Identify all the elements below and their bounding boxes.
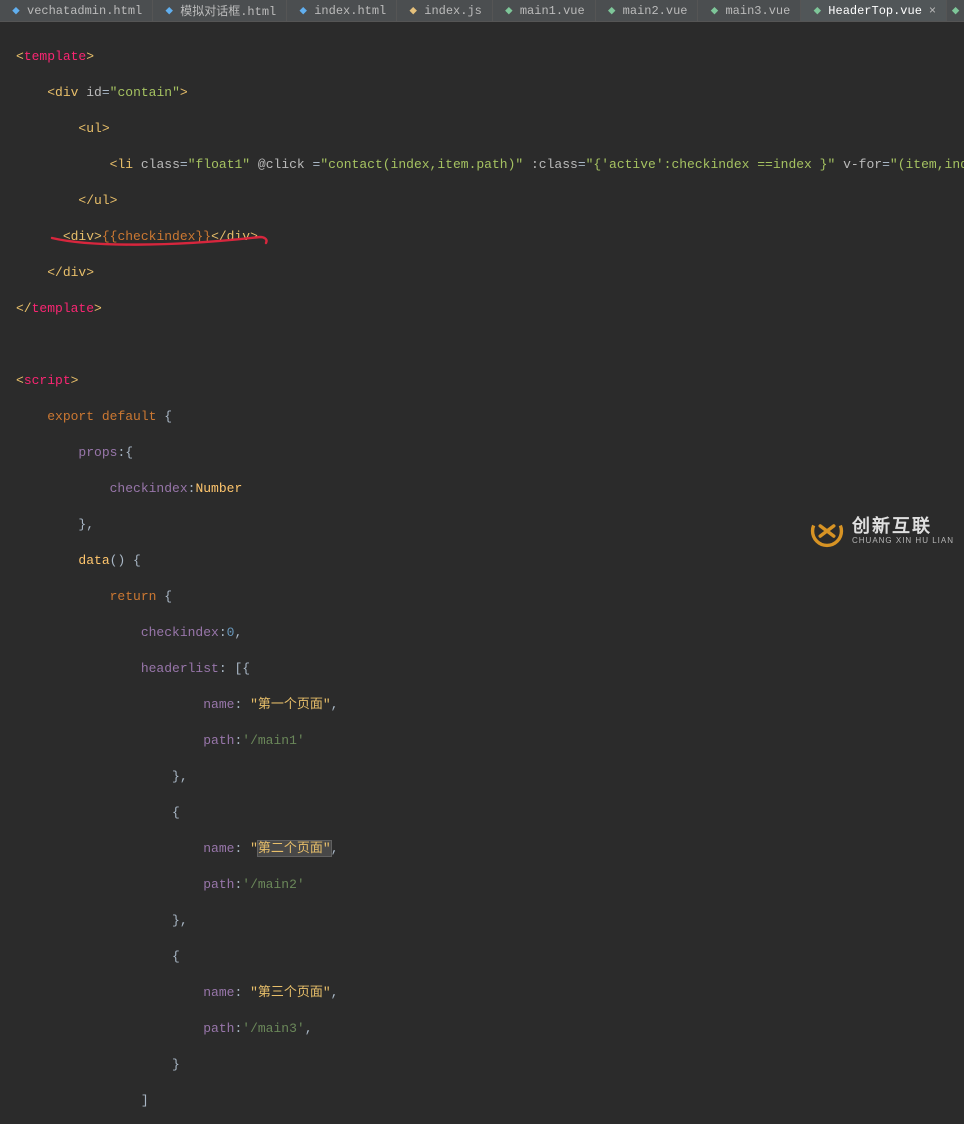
tab-overflow[interactable]: ◆ (947, 0, 964, 21)
file-icon: ◆ (606, 5, 618, 17)
file-icon: ◆ (950, 5, 962, 17)
tab-label: index.html (314, 4, 386, 18)
tab-main2[interactable]: ◆ main2.vue (596, 0, 699, 21)
watermark-text-en: CHUANG XIN HU LIAN (852, 537, 954, 546)
tab-main3[interactable]: ◆ main3.vue (698, 0, 801, 21)
tab-bar: ◆ vechatadmin.html ◆ 模拟对话框.html ◆ index.htm… (0, 0, 964, 22)
file-icon: ◆ (708, 5, 720, 17)
file-icon: ◆ (163, 5, 175, 17)
tab-vechatadmin[interactable]: ◆ vechatadmin.html (0, 0, 153, 21)
tab-label: 模拟对话框.html (180, 2, 276, 19)
tab-main1[interactable]: ◆ main1.vue (493, 0, 596, 21)
code-editor[interactable]: <template> <div id="contain"> <ul> <li c… (0, 22, 964, 1124)
file-icon: ◆ (10, 5, 22, 17)
tab-label: main2.vue (623, 4, 688, 18)
tab-label: index.js (424, 4, 482, 18)
file-icon: ◆ (811, 5, 823, 17)
tab-headertop[interactable]: ◆ HeaderTop.vue × (801, 0, 947, 21)
tab-label: main1.vue (520, 4, 585, 18)
tab-index-html[interactable]: ◆ index.html (287, 0, 397, 21)
file-icon: ◆ (407, 5, 419, 17)
tab-index-js[interactable]: ◆ index.js (397, 0, 493, 21)
tab-dialog[interactable]: ◆ 模拟对话框.html (153, 0, 287, 21)
tab-label: HeaderTop.vue (828, 4, 922, 18)
tab-label: vechatadmin.html (27, 4, 142, 18)
tab-label: main3.vue (725, 4, 790, 18)
file-icon: ◆ (503, 5, 515, 17)
file-icon: ◆ (297, 5, 309, 17)
close-icon[interactable]: × (929, 4, 936, 18)
